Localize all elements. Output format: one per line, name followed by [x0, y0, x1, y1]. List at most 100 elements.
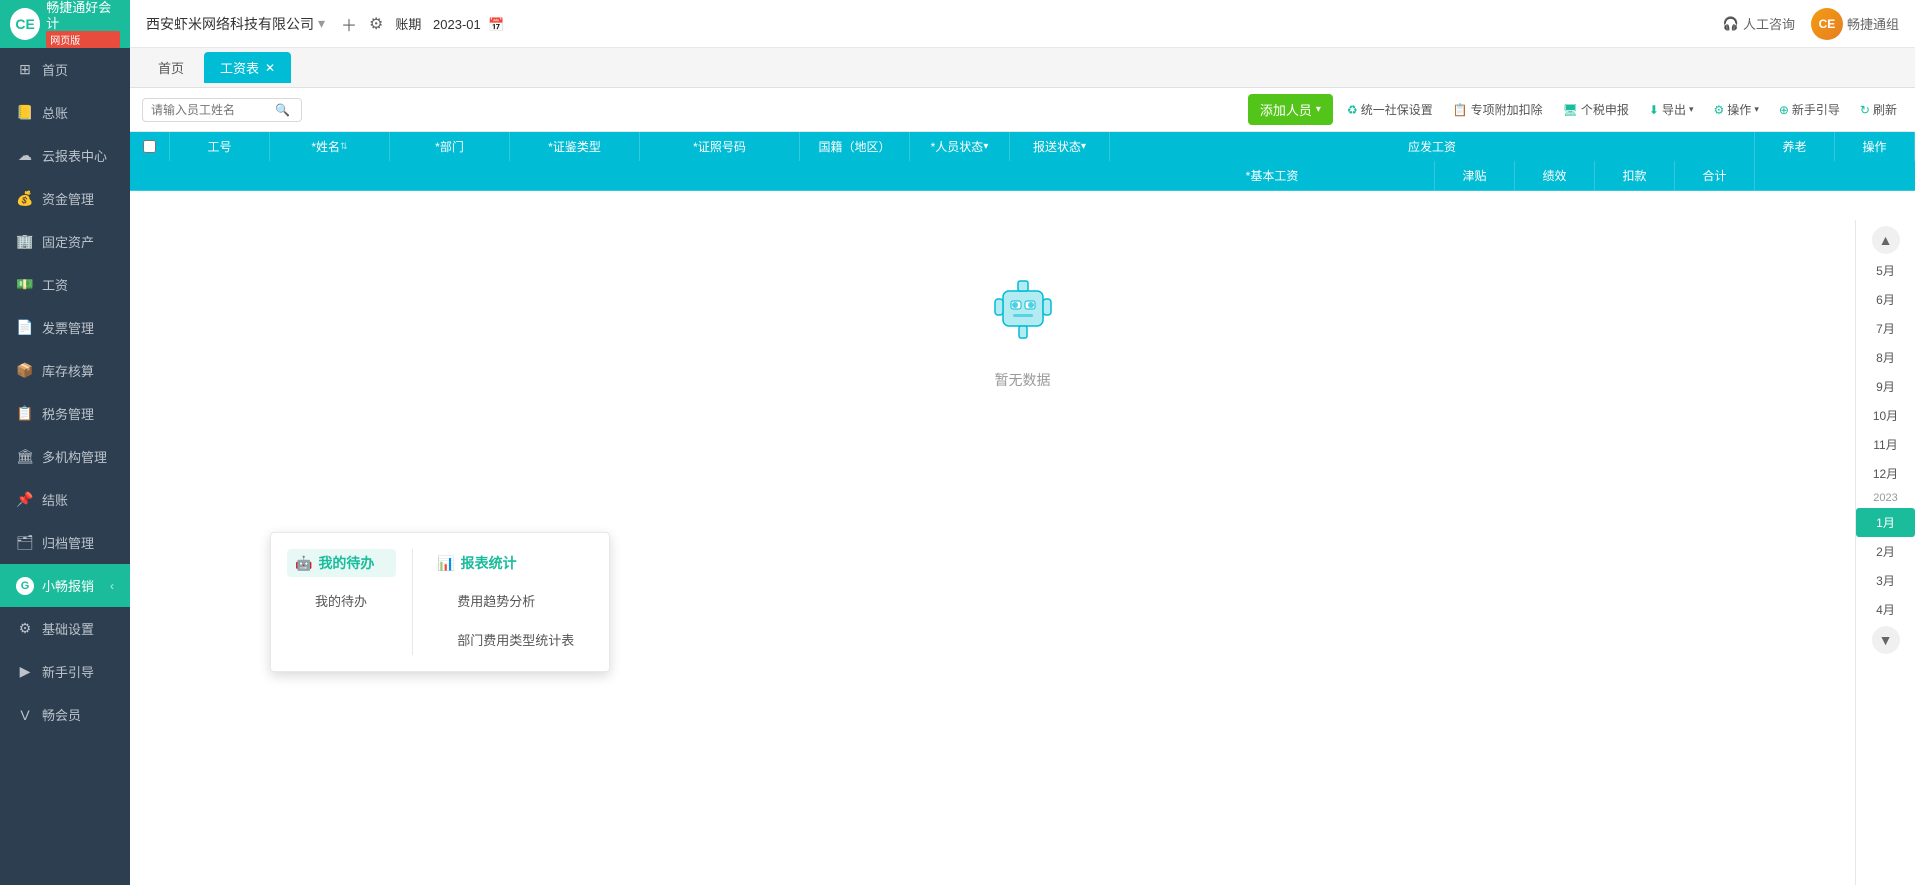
sidebar-item-archive[interactable]: 🗂 归档管理: [0, 521, 130, 564]
popup-section-reports: 📊 报表统计 费用趋势分析 部门费用类型统计表: [429, 549, 593, 655]
app-sub: 网页版: [46, 31, 120, 48]
calendar-month-9[interactable]: 9月: [1856, 372, 1915, 401]
calendar-month-1[interactable]: 1月: [1856, 508, 1915, 537]
th-employee-no: 工号: [170, 132, 270, 161]
cloud-icon: ☁: [16, 147, 34, 164]
sidebar-item-vip[interactable]: V 畅会员: [0, 693, 130, 736]
sidebar-item-cloud-report[interactable]: ☁ 云报表中心: [0, 134, 130, 177]
period-value: 2023-01: [433, 17, 481, 32]
sidebar-item-basic[interactable]: ⚙ 基础设置: [0, 607, 130, 650]
search-input[interactable]: [151, 103, 271, 117]
company-dropdown-icon[interactable]: ▾: [318, 15, 325, 32]
sidebar-item-expense[interactable]: G 小畅报销 ‹: [0, 564, 130, 607]
popup-item-dept-expense-type[interactable]: 部门费用类型统计表: [429, 624, 593, 655]
calendar-month-7[interactable]: 7月: [1856, 314, 1915, 343]
calendar-month-11[interactable]: 11月: [1856, 430, 1915, 459]
support-button[interactable]: 🎧 人工咨询: [1723, 14, 1795, 33]
company-selector[interactable]: 西安虾米网络科技有限公司 ▾: [146, 14, 325, 34]
topbar: 西安虾米网络科技有限公司 ▾ ＋ ⚙ 账期 2023-01 📅 🎧 人工咨询 C…: [130, 0, 1915, 48]
calendar-month-6[interactable]: 6月: [1856, 285, 1915, 314]
sidebar-item-inventory[interactable]: 📦 库存核算: [0, 349, 130, 392]
calendar-month-2[interactable]: 2月: [1856, 537, 1915, 566]
export-dropdown-icon: ▾: [1689, 104, 1694, 115]
person-status-filter-icon[interactable]: ▾: [983, 141, 988, 152]
tab-salary-label: 工资表: [220, 58, 259, 77]
calendar-month-10[interactable]: 10月: [1856, 401, 1915, 430]
deduction-icon: 📋: [1453, 103, 1468, 117]
calendar-month-12[interactable]: 12月: [1856, 459, 1915, 488]
sidebar-item-bookkeeping[interactable]: 📌 结账: [0, 478, 130, 521]
sidebar-item-fund[interactable]: 💰 资金管理: [0, 177, 130, 220]
popup-divider: [412, 549, 413, 655]
sidebar-item-multi-org[interactable]: 🏛 多机构管理: [0, 435, 130, 478]
sort-icon[interactable]: ⇅: [340, 141, 348, 152]
multi-org-icon: 🏛: [16, 448, 34, 465]
sidebar-item-label: 基础设置: [42, 619, 94, 638]
popup-item-expense-trend[interactable]: 费用趋势分析: [429, 585, 593, 616]
sidebar-item-label: 云报表中心: [42, 146, 107, 165]
sidebar-item-home[interactable]: ⊞ 首页: [0, 48, 130, 91]
th-pension: 养老: [1755, 132, 1835, 161]
sidebar-item-tax[interactable]: 📋 税务管理: [0, 392, 130, 435]
add-person-button[interactable]: 添加人员 ▾: [1248, 94, 1333, 125]
collapse-icon: ‹: [110, 579, 114, 593]
sidebar-item-invoice[interactable]: 📄 发票管理: [0, 306, 130, 349]
calendar-month-4[interactable]: 4月: [1856, 595, 1915, 624]
toolbar-right: 添加人员 ▾ ♻ 统一社保设置 📋 专项附加扣除 🖥 个税申报 ⬇ 导出 ▾ ⚙: [1248, 94, 1903, 125]
user-profile[interactable]: CE 畅捷通组: [1811, 8, 1899, 40]
app-logo: CE 畅捷通好会计 网页版: [0, 0, 130, 48]
th-report-status: 报送状态 ▾: [1010, 132, 1110, 161]
calendar-month-8[interactable]: 8月: [1856, 343, 1915, 372]
reports-icon: 📊: [437, 555, 454, 572]
sidebar-item-label: 结账: [42, 490, 68, 509]
sidebar-item-fixed-assets[interactable]: 🏢 固定资产: [0, 220, 130, 263]
headset-icon: 🎧: [1723, 16, 1739, 32]
social-insurance-button[interactable]: ♻ 统一社保设置: [1341, 97, 1439, 122]
th-salary-group: 应发工资: [1110, 132, 1755, 161]
guide-icon: ⊕: [1779, 103, 1789, 117]
calendar-down-button[interactable]: ▼: [1872, 626, 1900, 654]
guide-button[interactable]: ⊕ 新手引导: [1773, 97, 1846, 122]
th-checkbox[interactable]: [130, 132, 170, 161]
tab-home[interactable]: 首页: [142, 52, 200, 83]
popup-section-todo-header[interactable]: 🤖 我的待办: [287, 549, 396, 577]
popup-item-my-todo[interactable]: 我的待办: [287, 585, 396, 616]
calendar-up-button[interactable]: ▲: [1872, 226, 1900, 254]
tab-close-button[interactable]: ✕: [265, 61, 275, 75]
tab-salary[interactable]: 工资表 ✕: [204, 52, 291, 83]
tax-deduction-button[interactable]: 📋 专项附加扣除: [1447, 97, 1549, 122]
export-button[interactable]: ⬇ 导出 ▾: [1643, 97, 1700, 122]
sidebar: CE 畅捷通好会计 网页版 ⊞ 首页 📒 总账 ☁ 云报表中心 💰 资金管理 🏢…: [0, 0, 130, 885]
sidebar-item-salary[interactable]: 💵 工资: [0, 263, 130, 306]
operation-dropdown-icon: ▾: [1754, 104, 1759, 115]
calendar-icon[interactable]: 📅: [488, 17, 504, 32]
operation-icon: ⚙: [1714, 103, 1725, 117]
sidebar-item-label: 税务管理: [42, 404, 94, 423]
search-icon[interactable]: 🔍: [275, 103, 290, 117]
th-performance: 绩效: [1515, 161, 1595, 190]
report-status-filter-icon[interactable]: ▾: [1081, 141, 1086, 152]
select-all-checkbox[interactable]: [143, 140, 156, 153]
tax-report-button[interactable]: 🖥 个税申报: [1557, 97, 1635, 122]
sidebar-item-label: 新手引导: [42, 662, 94, 681]
add-company-button[interactable]: ＋: [341, 12, 357, 36]
popup-section-reports-header[interactable]: 📊 报表统计: [429, 549, 593, 577]
sidebar-item-label: 畅会员: [42, 705, 81, 724]
main-content: 西安虾米网络科技有限公司 ▾ ＋ ⚙ 账期 2023-01 📅 🎧 人工咨询 C…: [130, 0, 1915, 885]
user-name: 畅捷通组: [1847, 14, 1899, 33]
social-icon: ♻: [1347, 103, 1358, 117]
export-icon: ⬇: [1649, 103, 1659, 117]
settings-button[interactable]: ⚙: [369, 14, 383, 34]
sidebar-item-label: 多机构管理: [42, 447, 107, 466]
calendar-month-3[interactable]: 3月: [1856, 566, 1915, 595]
todo-icon: 🤖: [295, 555, 312, 572]
home-icon: ⊞: [16, 61, 34, 78]
fund-icon: 💰: [16, 190, 34, 207]
refresh-button[interactable]: ↻ 刷新: [1854, 97, 1903, 122]
search-box: 🔍: [142, 98, 302, 122]
operation-button[interactable]: ⚙ 操作 ▾: [1708, 97, 1765, 122]
sidebar-item-ledger[interactable]: 📒 总账: [0, 91, 130, 134]
sidebar-item-guide[interactable]: ▶ 新手引导: [0, 650, 130, 693]
calendar-month-5[interactable]: 5月: [1856, 256, 1915, 285]
sidebar-item-label: 小畅报销: [42, 576, 94, 595]
